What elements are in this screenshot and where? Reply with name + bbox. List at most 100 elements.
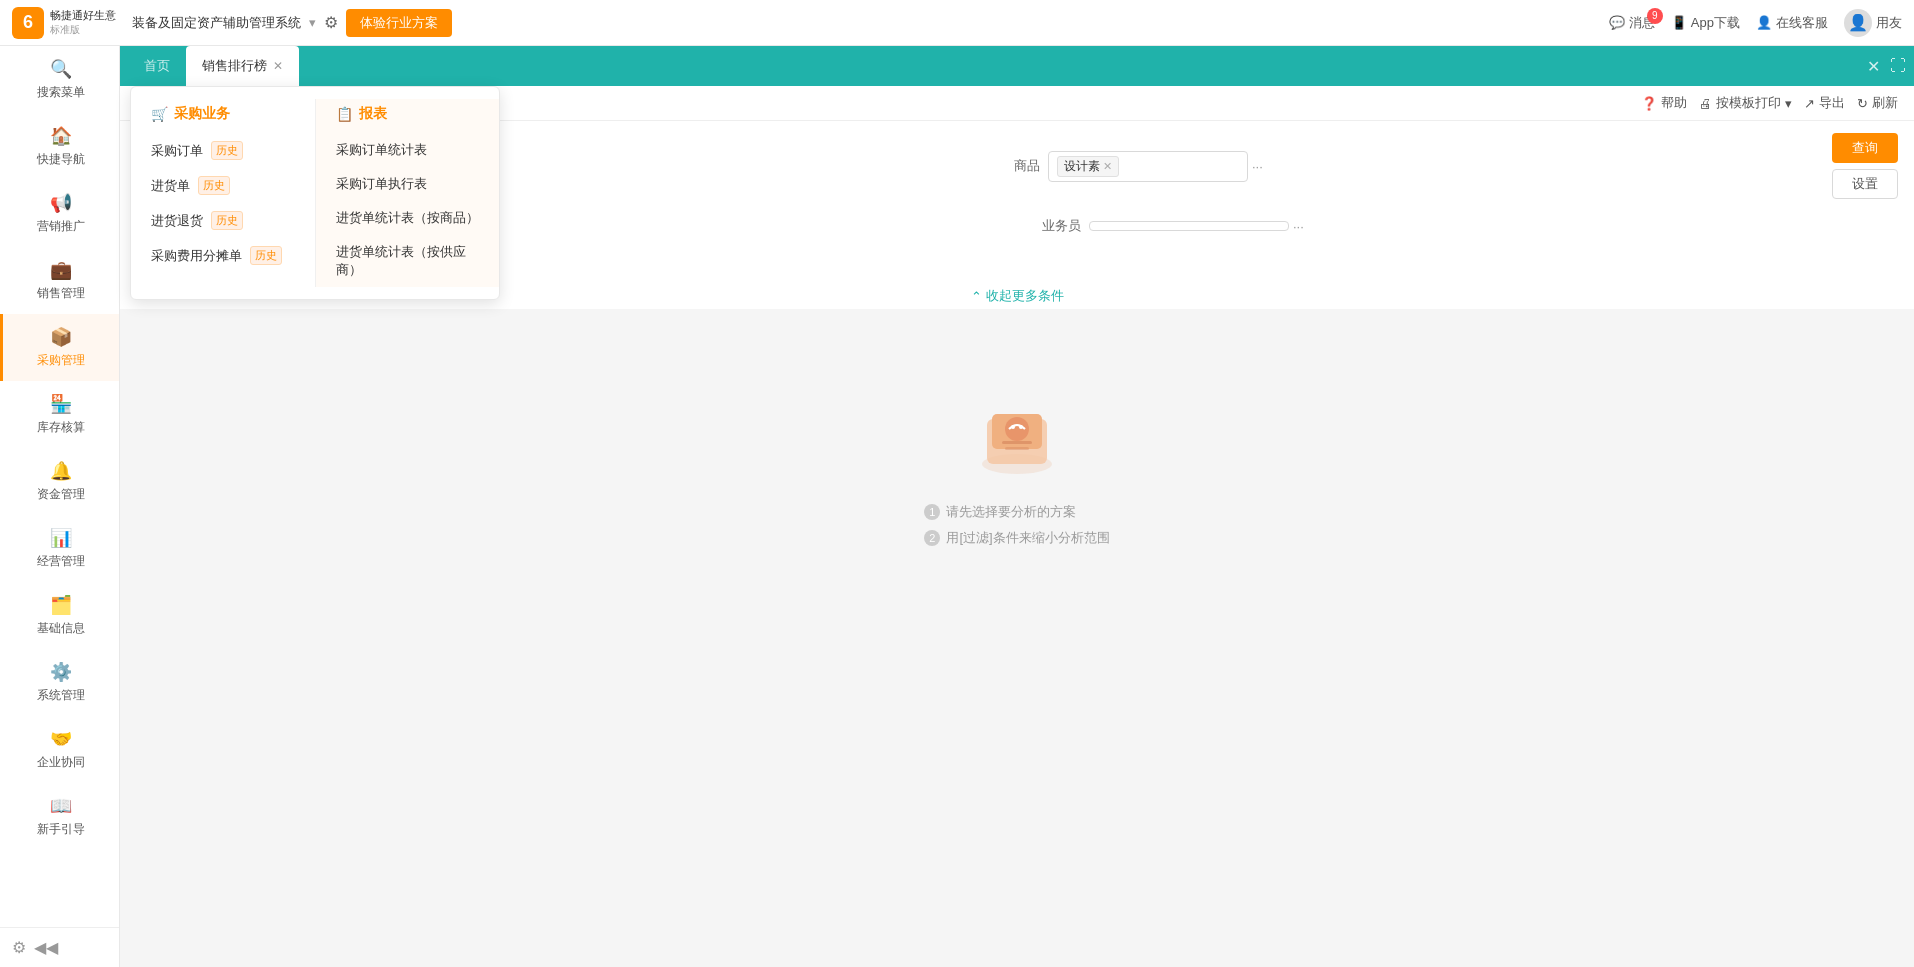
export-btn[interactable]: ↗ 导出: [1804, 94, 1845, 112]
industry-btn[interactable]: 体验行业方案: [346, 9, 452, 37]
search-icon: 🔍: [50, 58, 72, 80]
sidebar-label-marketing: 营销推广: [37, 218, 85, 235]
empty-tips: 1 请先选择要分析的方案 2 用[过滤]条件来缩小分析范围: [924, 499, 1109, 551]
goods-control: 设计素 ✕ ···: [1048, 151, 1816, 182]
salesman-more-icon[interactable]: ···: [1293, 219, 1304, 234]
sidebar-label-enterprise: 企业协同: [37, 754, 85, 771]
header-right: 💬 消息 9 📱 App下载 👤 在线客服 👤 用友: [1609, 9, 1902, 37]
goods-more-icon[interactable]: ···: [1252, 159, 1263, 174]
sidebar-item-operations[interactable]: 📊 经营管理: [0, 515, 119, 582]
sidebar-item-marketing[interactable]: 📢 营销推广: [0, 180, 119, 247]
report-menu-column: 📋 报表 采购订单统计表 采购订单执行表 进货单统计表（按商品） 进货单统计表（…: [315, 99, 500, 287]
sidebar-item-inventory[interactable]: 🏪 库存核算: [0, 381, 119, 448]
print-icon: 🖨: [1699, 96, 1712, 111]
query-button[interactable]: 查询: [1832, 133, 1898, 163]
sidebar-item-finance[interactable]: 🔔 资金管理: [0, 448, 119, 515]
collapse-sidebar-icon[interactable]: ◀◀: [34, 938, 58, 957]
goods-tag: 设计素 ✕: [1057, 156, 1119, 177]
phone-icon: 📱: [1671, 15, 1687, 30]
empty-state: 1 请先选择要分析的方案 2 用[过滤]条件来缩小分析范围: [120, 309, 1914, 631]
refresh-btn[interactable]: ↻ 刷新: [1857, 94, 1898, 112]
sidebar-label-inventory: 库存核算: [37, 419, 85, 436]
settings-icon[interactable]: ⚙: [324, 13, 338, 32]
field-goods: 商品 设计素 ✕ ···: [984, 151, 1816, 182]
return-label: 进货退货: [151, 212, 203, 230]
logo-icon: 6: [12, 7, 44, 39]
tip-2: 2 用[过滤]条件来缩小分析范围: [924, 525, 1109, 551]
salesman-control: ···: [1089, 219, 1898, 234]
report-menu-header: 📋 报表: [328, 99, 488, 133]
svg-point-5: [1019, 425, 1023, 429]
operations-icon: 📊: [50, 527, 72, 549]
tab-close-all-icon[interactable]: ✕: [1867, 57, 1880, 76]
top-header: 6 畅捷通好生意 标准版 装备及固定资产辅助管理系统 ▾ ⚙ 体验行业方案 💬 …: [0, 0, 1914, 46]
toolbar-right: ❓ 帮助 🖨 按模板打印 ▾ ↗ 导出 ↻ 刷新: [1641, 94, 1898, 112]
bottom-settings-icon[interactable]: ⚙: [12, 938, 26, 957]
stock-in-label: 进货单: [151, 177, 190, 195]
sidebar-label-guide: 新手引导: [37, 821, 85, 838]
system-title-area: 装备及固定资产辅助管理系统 ▾ ⚙ 体验行业方案: [132, 9, 1609, 37]
purchase-icon: 📦: [50, 326, 72, 348]
sidebar-label-sales: 销售管理: [37, 285, 85, 302]
sidebar-item-purchase[interactable]: 📦 采购管理: [0, 314, 119, 381]
settings-button[interactable]: 设置: [1832, 169, 1898, 199]
sales-icon: 💼: [50, 259, 72, 281]
app-download-item[interactable]: 📱 App下载: [1671, 14, 1740, 32]
sidebar-item-system[interactable]: ⚙️ 系统管理: [0, 649, 119, 716]
online-service-item[interactable]: 👤 在线客服: [1756, 14, 1828, 32]
menu-item-stock-stat-supplier[interactable]: 进货单统计表（按供应商）: [328, 235, 488, 287]
expense-label: 采购费用分摊单: [151, 247, 242, 265]
dropdown-arrow-icon[interactable]: ▾: [309, 15, 316, 30]
svg-rect-7: [1005, 447, 1029, 450]
salesman-input[interactable]: [1089, 221, 1289, 231]
sidebar-label-finance: 资金管理: [37, 486, 85, 503]
purchase-order-label: 采购订单: [151, 142, 203, 160]
tab-sales-rank-label: 销售排行榜: [202, 57, 267, 75]
sidebar-item-enterprise[interactable]: 🤝 企业协同: [0, 716, 119, 783]
sidebar-label-quick: 快捷导航: [37, 151, 85, 168]
tab-home[interactable]: 首页: [128, 46, 186, 86]
salesman-label: 业务员: [1025, 217, 1081, 235]
message-icon: 💬: [1609, 15, 1625, 30]
menu-item-expense[interactable]: 采购费用分摊单 历史: [143, 238, 303, 273]
finance-icon: 🔔: [50, 460, 72, 482]
goods-label: 商品: [984, 157, 1040, 175]
message-badge: 9: [1647, 8, 1663, 24]
sidebar-item-basic[interactable]: 🗂️ 基础信息: [0, 582, 119, 649]
menu-item-purchase-order-stat[interactable]: 采购订单统计表: [328, 133, 488, 167]
marketing-icon: 📢: [50, 192, 72, 214]
print-btn[interactable]: 🖨 按模板打印 ▾: [1699, 94, 1792, 112]
sidebar-item-quick[interactable]: 🏠 快捷导航: [0, 113, 119, 180]
chevron-up-icon: ⌃: [971, 289, 982, 304]
svg-rect-6: [1002, 441, 1032, 444]
purchase-dropdown-menu: 🛒 采购业务 采购订单 历史 进货单 历史 进货退货 历史 采购费用分摊单 历史…: [130, 86, 500, 300]
sidebar-item-sales[interactable]: 💼 销售管理: [0, 247, 119, 314]
message-item[interactable]: 💬 消息 9: [1609, 14, 1655, 32]
sidebar-item-guide[interactable]: 📖 新手引导: [0, 783, 119, 850]
report-menu-icon: 📋: [336, 106, 353, 122]
print-dropdown-icon[interactable]: ▾: [1785, 96, 1792, 111]
tip-1: 1 请先选择要分析的方案: [924, 499, 1109, 525]
goods-tag-close[interactable]: ✕: [1103, 160, 1112, 173]
tab-bar: 首页 销售排行榜 ✕ ✕ ⛶: [120, 46, 1914, 86]
menu-item-purchase-order-exec[interactable]: 采购订单执行表: [328, 167, 488, 201]
tab-bar-right: ✕ ⛶: [1867, 57, 1906, 76]
home-icon: 🏠: [50, 125, 72, 147]
refresh-icon: ↻: [1857, 96, 1868, 111]
sidebar-bottom: ⚙ ◀◀: [0, 927, 119, 967]
menu-item-stock-in[interactable]: 进货单 历史: [143, 168, 303, 203]
sidebar-item-search[interactable]: 🔍 搜索菜单: [0, 46, 119, 113]
user-item[interactable]: 👤 用友: [1844, 9, 1902, 37]
menu-item-stock-stat-goods[interactable]: 进货单统计表（按商品）: [328, 201, 488, 235]
tab-sales-rank[interactable]: 销售排行榜 ✕: [186, 46, 299, 86]
purchase-menu-icon: 🛒: [151, 106, 168, 122]
goods-input[interactable]: 设计素 ✕: [1048, 151, 1248, 182]
headset-icon: 👤: [1756, 15, 1772, 30]
help-btn[interactable]: ❓ 帮助: [1641, 94, 1687, 112]
tab-fullscreen-icon[interactable]: ⛶: [1890, 57, 1906, 75]
basic-icon: 🗂️: [50, 594, 72, 616]
history-badge-1: 历史: [211, 141, 243, 160]
tab-close-icon[interactable]: ✕: [273, 59, 283, 73]
menu-item-return[interactable]: 进货退货 历史: [143, 203, 303, 238]
menu-item-purchase-order[interactable]: 采购订单 历史: [143, 133, 303, 168]
